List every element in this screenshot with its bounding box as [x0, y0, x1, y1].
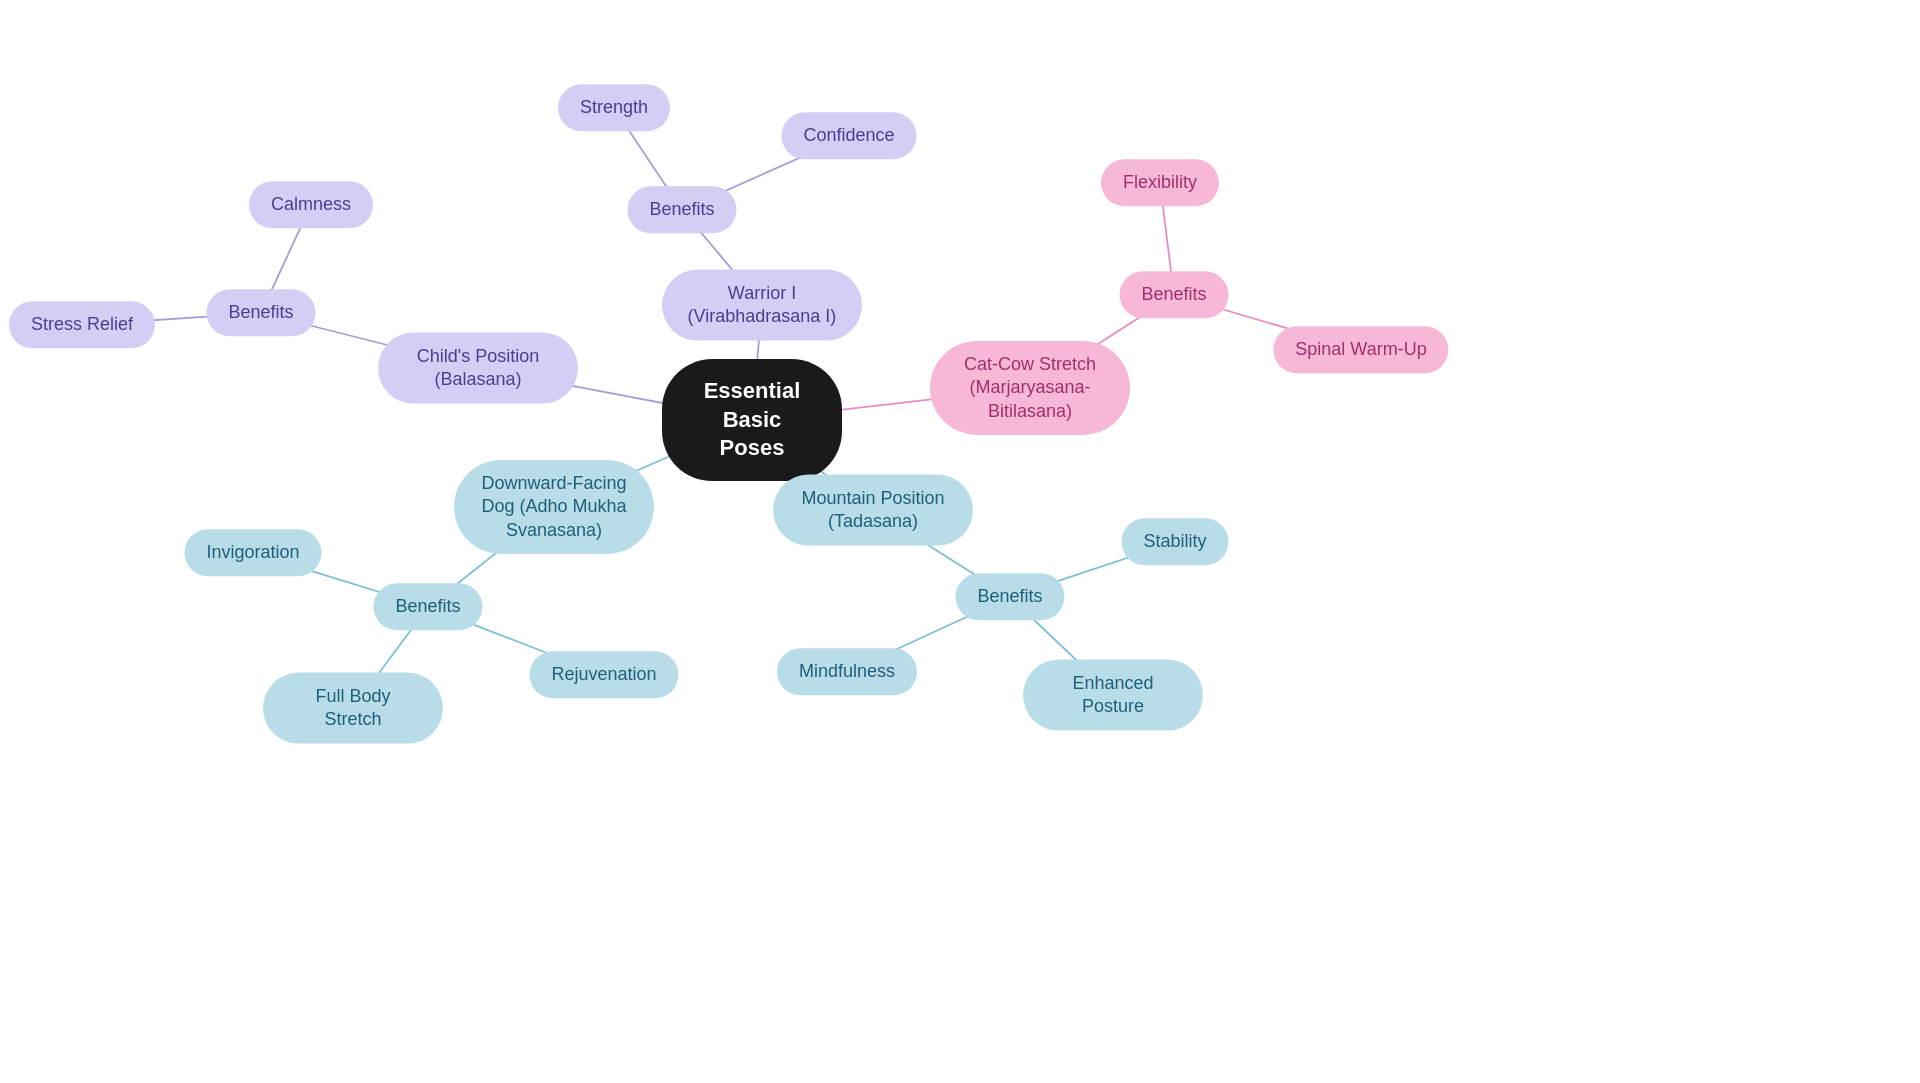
node-benefits_purple[interactable]: Benefits [206, 289, 315, 336]
node-flexibility[interactable]: Flexibility [1101, 159, 1219, 206]
node-benefits_warrior[interactable]: Benefits [627, 186, 736, 233]
node-benefits_pink[interactable]: Benefits [1119, 271, 1228, 318]
node-stability[interactable]: Stability [1121, 518, 1228, 565]
node-warrior[interactable]: Warrior I (Virabhadrasana I) [662, 270, 862, 341]
node-enhanced_posture[interactable]: Enhanced Posture [1023, 660, 1203, 731]
node-mindfulness[interactable]: Mindfulness [777, 648, 917, 695]
node-childs_position[interactable]: Child's Position (Balasana) [378, 333, 578, 404]
node-rejuvenation[interactable]: Rejuvenation [529, 651, 678, 698]
node-center[interactable]: Essential Basic Poses [662, 359, 842, 481]
node-calmness[interactable]: Calmness [249, 181, 373, 228]
node-benefits_blue_left[interactable]: Benefits [373, 583, 482, 630]
mind-map: Essential Basic Poses Child's Position (B… [0, 0, 1920, 1083]
node-strength[interactable]: Strength [558, 84, 670, 131]
node-invigoration[interactable]: Invigoration [184, 529, 321, 576]
node-spinal_warmup[interactable]: Spinal Warm-Up [1273, 326, 1448, 373]
node-benefits_blue_right[interactable]: Benefits [955, 573, 1064, 620]
node-stress_relief[interactable]: Stress Relief [9, 301, 155, 348]
node-confidence[interactable]: Confidence [781, 112, 916, 159]
node-full_body_stretch[interactable]: Full Body Stretch [263, 673, 443, 744]
node-mountain[interactable]: Mountain Position (Tadasana) [773, 475, 973, 546]
node-cat_cow[interactable]: Cat-Cow Stretch (Marjaryasana-Bitilasana… [930, 341, 1130, 435]
node-downward_dog[interactable]: Downward-Facing Dog (Adho Mukha Svanasan… [454, 460, 654, 554]
